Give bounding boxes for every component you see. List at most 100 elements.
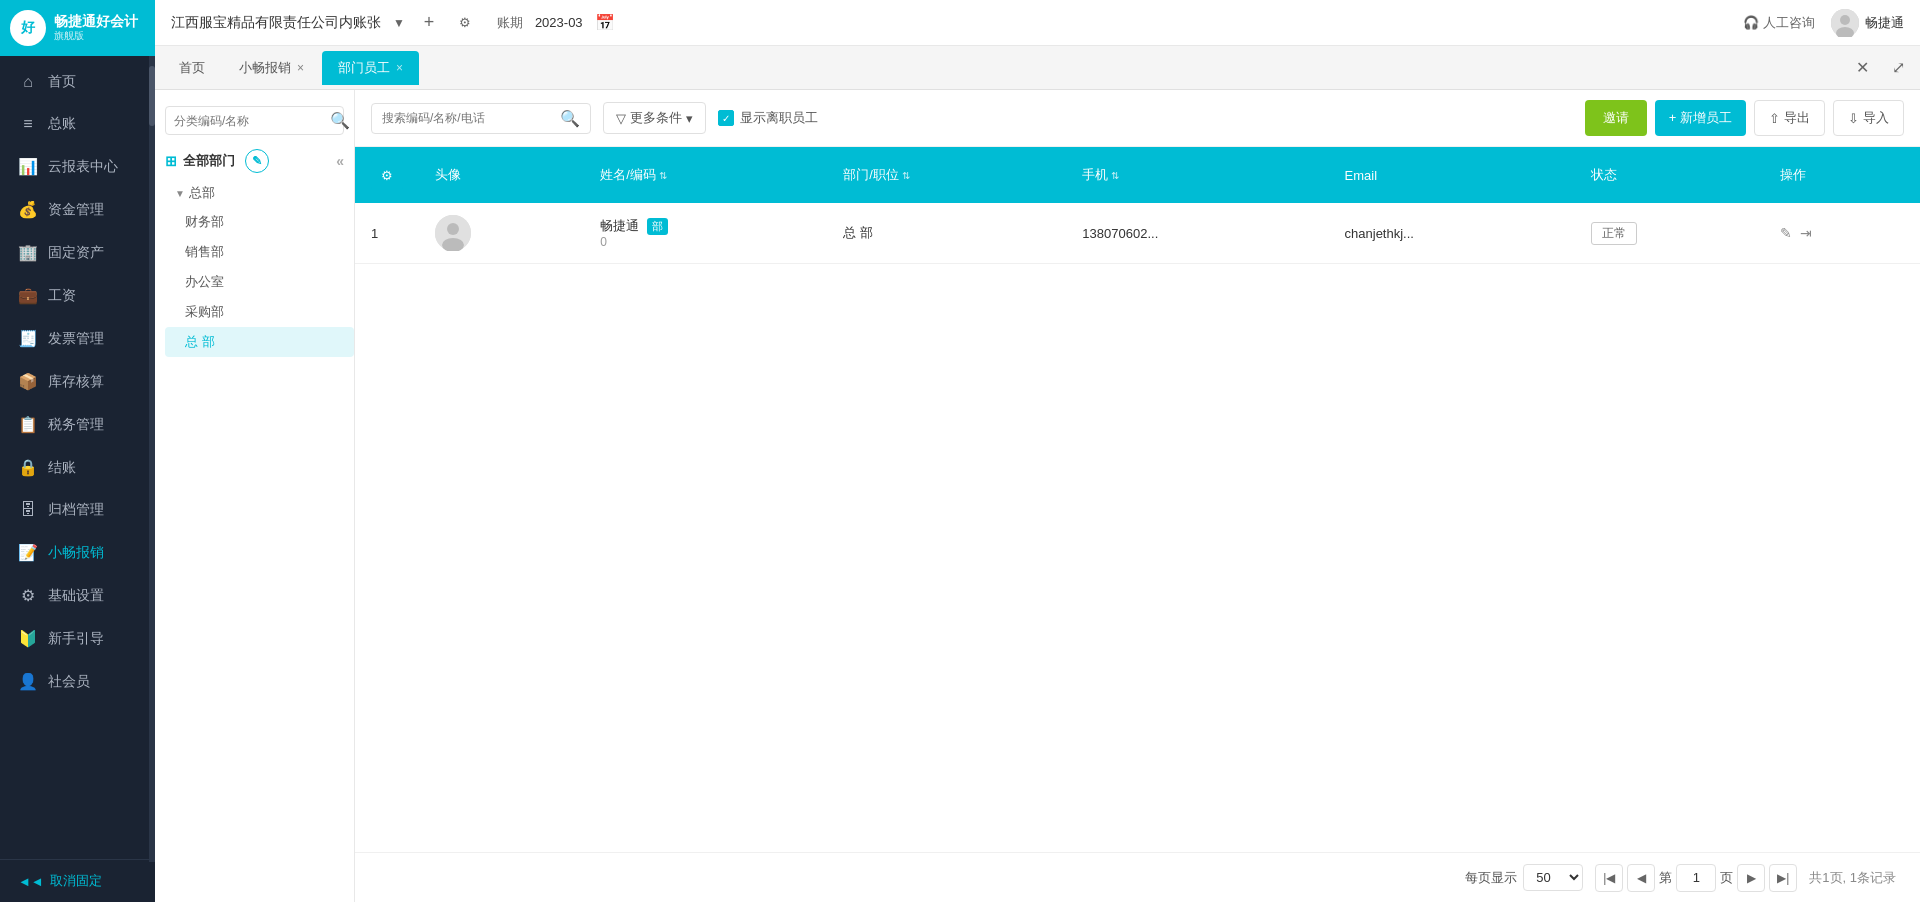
dept-expand-icon: ▼ [175,188,185,199]
col-phone[interactable]: 手机 [1066,147,1328,203]
user-avatar-svg [1831,9,1859,37]
dept-item-office[interactable]: 办公室 [165,267,354,297]
tab-home-label: 首页 [179,59,205,77]
sidebar-item-reports-label: 云报表中心 [48,158,118,176]
sidebar-item-archive[interactable]: 🗄 归档管理 [0,489,155,531]
table-settings-gear[interactable]: ⚙ [371,159,403,191]
sidebar-item-ledger[interactable]: ≡ 总账 [0,103,155,145]
row-avatar [419,203,584,264]
col-dept[interactable]: 部门/职位 [827,147,1066,203]
salary-icon: 💼 [18,286,38,305]
sidebar-item-assets-label: 固定资产 [48,244,104,262]
dept-item-purchase[interactable]: 采购部 [165,297,354,327]
status-badge: 正常 [1591,222,1637,245]
employee-avatar [435,215,471,251]
export-icon: ⇧ [1769,111,1780,126]
company-name: 江西服宝精品有限责任公司内账张 [171,14,381,32]
invite-button[interactable]: 邀请 [1585,100,1647,136]
dept-search-input[interactable] [174,114,324,128]
page-suffix: 页 [1720,869,1733,887]
employee-search-box: 🔍 [371,103,591,134]
sidebar-item-settings[interactable]: ⚙ 基础设置 [0,574,155,617]
page-input[interactable] [1676,864,1716,892]
company-dropdown-button[interactable]: ▼ [393,16,405,30]
tab-expense[interactable]: 小畅报销 × [223,51,320,85]
tab-expense-close[interactable]: × [297,61,304,75]
dept-panel: 🔍 ⊞ 全部部门 ✎ « ▼ 总部 财务部 销售部 办公室 采购部 总 部 [155,90,355,902]
sidebar-item-expense[interactable]: 📝 小畅报销 [0,531,155,574]
tab-dept-close[interactable]: × [396,61,403,75]
sidebar-scroll-thumb [149,66,155,126]
topbar: 江西服宝精品有限责任公司内账张 ▼ + ⚙ 账期 2023-03 📅 🎧 人工咨… [155,0,1920,46]
sidebar-item-inventory[interactable]: 📦 库存核算 [0,360,155,403]
per-page-dropdown[interactable]: 50 100 [1523,864,1583,891]
employee-search-icon: 🔍 [560,109,580,128]
filter-button[interactable]: ▽ 更多条件 ▾ [603,102,706,134]
edit-button[interactable]: ✎ [1780,225,1792,241]
sidebar-item-invoice[interactable]: 🧾 发票管理 [0,317,155,360]
sidebar-item-assets[interactable]: 🏢 固定资产 [0,231,155,274]
sidebar-item-archive-label: 归档管理 [48,501,104,519]
import-button[interactable]: ⇩ 导入 [1833,100,1904,136]
home-icon: ⌂ [18,73,38,91]
dept-item-general[interactable]: 总 部 [165,327,354,357]
topbar-settings-button[interactable]: ⚙ [453,11,477,35]
per-page-label: 每页显示 [1465,869,1517,887]
export-button[interactable]: ⇧ 导出 [1754,100,1825,136]
sidebar-item-tax-label: 税务管理 [48,416,104,434]
dept-all-label: 全部部门 [183,152,235,170]
add-employee-button[interactable]: + 新增员工 [1655,100,1746,136]
sidebar-item-salary[interactable]: 💼 工资 [0,274,155,317]
col-status: 状态 [1575,147,1765,203]
col-name[interactable]: 姓名/编码 [584,147,827,203]
table-body: 1 [355,203,1920,264]
col-action: 操作 [1764,147,1920,203]
topbar-right: 🎧 人工咨询 畅捷通 [1743,9,1904,37]
sidebar-item-funds[interactable]: 💰 资金管理 [0,188,155,231]
tab-fullscreen-button[interactable]: ⤢ [1884,54,1912,82]
page-total: 共1页, 1条记录 [1809,869,1896,887]
support-button[interactable]: 🎧 人工咨询 [1743,14,1815,32]
show-resigned-checkbox[interactable]: ✓ [718,110,734,126]
dept-search-box: 🔍 [165,106,344,135]
page-last-button[interactable]: ▶| [1769,864,1797,892]
sidebar-item-reports[interactable]: 📊 云报表中心 [0,145,155,188]
tab-dept[interactable]: 部门员工 × [322,51,419,85]
dept-root-label: 总部 [189,184,215,202]
page-next-button[interactable]: ▶ [1737,864,1765,892]
toolbar-actions: 邀请 + 新增员工 ⇧ 导出 ⇩ 导入 [1585,100,1904,136]
guide-icon: 🔰 [18,629,38,648]
page-prev-button[interactable]: ◀ [1627,864,1655,892]
dept-collapse-button[interactable]: « [336,153,344,169]
action-buttons: ✎ ⇥ [1780,225,1904,241]
sidebar-scrollbar[interactable] [149,56,155,862]
sidebar-item-tax[interactable]: 📋 税务管理 [0,403,155,446]
user-info[interactable]: 畅捷通 [1831,9,1904,37]
dept-item-sales[interactable]: 销售部 [165,237,354,267]
sidebar-item-guide[interactable]: 🔰 新手引导 [0,617,155,660]
employee-search-input[interactable] [382,111,554,125]
tab-close-window-button[interactable]: ✕ [1848,54,1876,82]
sidebar-nav: ⌂ 首页 ≡ 总账 📊 云报表中心 💰 资金管理 🏢 固定资产 💼 工资 🧾 发… [0,56,155,859]
headset-icon: 🎧 [1743,15,1759,30]
sidebar-item-ledger-label: 总账 [48,115,76,133]
logout-button[interactable]: ⇥ [1800,225,1812,241]
add-company-button[interactable]: + [417,11,441,35]
employee-email: chanjethkj... [1345,226,1414,241]
calendar-icon[interactable]: 📅 [595,13,615,32]
archive-icon: 🗄 [18,501,38,519]
dept-edit-button[interactable]: ✎ [245,149,269,173]
tab-home[interactable]: 首页 [163,51,221,85]
dept-item-finance[interactable]: 财务部 [165,207,354,237]
sidebar-item-more[interactable]: 👤 社会员 [0,660,155,703]
tab-expense-label: 小畅报销 [239,59,291,77]
row-status: 正常 [1575,203,1765,264]
sidebar-item-closing[interactable]: 🔒 结账 [0,446,155,489]
unpin-button[interactable]: ◄◄ 取消固定 [0,859,155,902]
sidebar-item-home[interactable]: ⌂ 首页 [0,61,155,103]
closing-icon: 🔒 [18,458,38,477]
page-first-button[interactable]: |◀ [1595,864,1623,892]
col-settings[interactable]: ⚙ [355,147,419,203]
show-resigned-label: 显示离职员工 [740,109,818,127]
logo-text-area: 畅捷通好会计 旗舰版 [54,13,138,44]
